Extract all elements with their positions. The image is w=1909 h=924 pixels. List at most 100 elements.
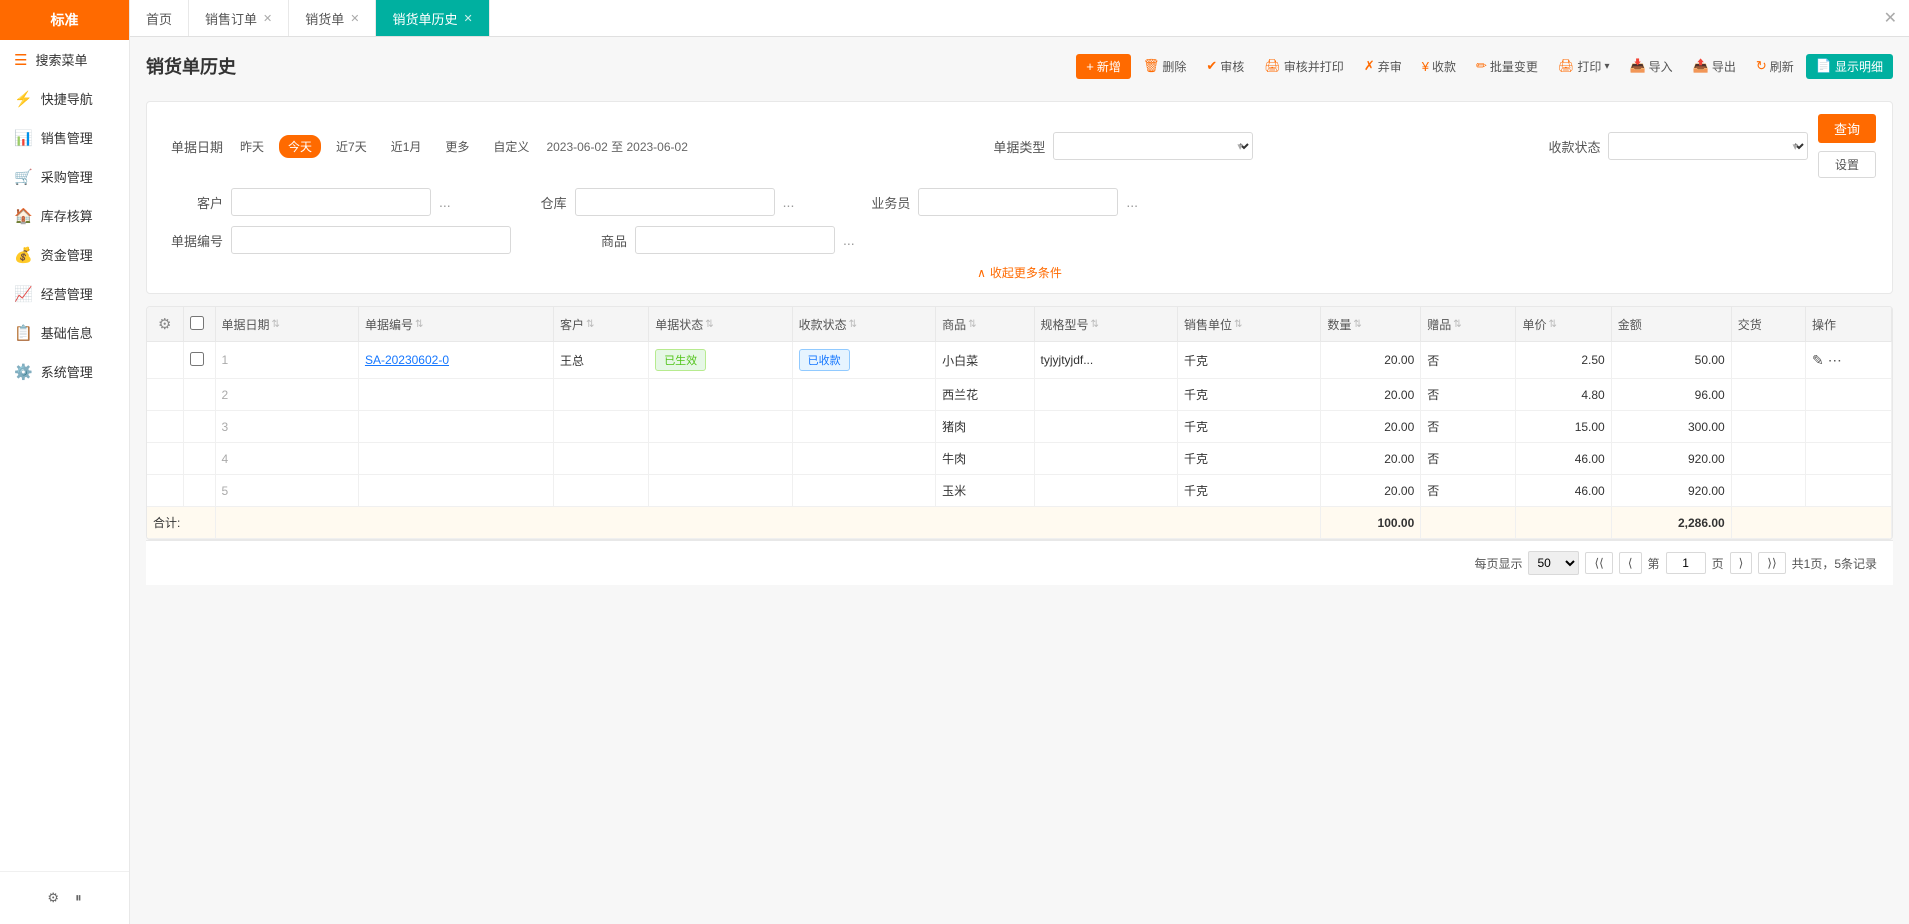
page-first-btn[interactable]: ⟨⟨: [1585, 552, 1612, 574]
sort-doc-date[interactable]: 单据日期 ⇅: [222, 316, 352, 333]
tab-home[interactable]: 首页: [130, 0, 189, 36]
sidebar-item-basic-info[interactable]: 📋 基础信息: [0, 313, 129, 352]
print-button[interactable]: 🖨 打印 ▾: [1550, 54, 1618, 79]
tab-sales-goods-close[interactable]: ✕: [350, 12, 359, 25]
refresh-button[interactable]: ↻ 刷新: [1748, 54, 1802, 79]
date-btn-more[interactable]: 更多: [436, 135, 478, 158]
sidebar-item-sales-mgmt[interactable]: 📊 销售管理: [0, 118, 129, 157]
collect-status-select[interactable]: [1608, 132, 1808, 160]
batch-change-label: 批量变更: [1490, 58, 1538, 75]
warehouse-dots[interactable]: ...: [783, 194, 795, 210]
delete-button[interactable]: 🗑 删除: [1135, 54, 1195, 79]
setting-button[interactable]: 设置: [1818, 151, 1876, 178]
sort-collect-status[interactable]: 收款状态 ⇅: [799, 316, 929, 333]
row-action: [1806, 443, 1892, 475]
more-action-btn[interactable]: ⋯: [1828, 352, 1842, 369]
th-customer-label: 客户: [560, 316, 584, 333]
date-label: 单据日期: [163, 137, 223, 156]
doc-no-input[interactable]: [231, 226, 511, 254]
summary-label: 合计:: [153, 516, 180, 530]
row-gift: 否: [1421, 443, 1516, 475]
sort-qty[interactable]: 数量 ⇅: [1327, 316, 1414, 333]
staff-input[interactable]: [918, 188, 1118, 216]
summary-gift: [1421, 507, 1516, 539]
edit-action-btn[interactable]: ✎: [1812, 352, 1824, 369]
page-input[interactable]: [1666, 552, 1706, 574]
print-dropdown-icon: ▾: [1604, 61, 1609, 72]
show-detail-button[interactable]: 📄 显示明细: [1806, 54, 1893, 79]
sidebar-settings-btn[interactable]: ⚙ ⏸: [0, 880, 129, 916]
doc-type-select[interactable]: [1053, 132, 1253, 160]
date-btn-yesterday[interactable]: 昨天: [231, 135, 273, 158]
export-button[interactable]: 📤 导出: [1685, 54, 1744, 79]
tab-sales-history-close[interactable]: ✕: [464, 12, 473, 25]
page-prev-btn[interactable]: ⟨: [1619, 552, 1642, 574]
sort-sales-unit-icon: ⇅: [1234, 319, 1242, 330]
row-goods: 玉米: [936, 475, 1034, 507]
tabbar-close-btn[interactable]: ✕: [1872, 8, 1909, 28]
sort-doc-status[interactable]: 单据状态 ⇅: [655, 316, 785, 333]
per-page-select[interactable]: 50 100: [1528, 551, 1579, 575]
goods-input[interactable]: [635, 226, 835, 254]
th-qty: 数量 ⇅: [1321, 307, 1421, 342]
date-btn-today[interactable]: 今天: [279, 135, 321, 158]
sidebar-item-operations[interactable]: 📈 经营管理: [0, 274, 129, 313]
audit-print-icon: 🖨: [1264, 58, 1281, 74]
gear-icon[interactable]: ⚙: [158, 315, 171, 333]
per-page-label: 每页显示: [1474, 555, 1522, 572]
sidebar-item-purchase-mgmt[interactable]: 🛒 采购管理: [0, 157, 129, 196]
collect-label: 收款: [1432, 58, 1456, 75]
date-btn-custom[interactable]: 自定义: [484, 135, 538, 158]
audit-button[interactable]: ✔ 审核: [1198, 54, 1252, 79]
collapse-btn[interactable]: ∧ 收起更多条件: [163, 264, 1876, 281]
query-button[interactable]: 查询: [1818, 114, 1876, 143]
sidebar-item-sys-mgmt[interactable]: ⚙️ 系统管理: [0, 352, 129, 391]
audit-print-button[interactable]: 🖨 审核并打印: [1256, 54, 1352, 79]
sidebar-item-search-menu[interactable]: ☰ 搜索菜单: [0, 40, 129, 79]
sort-gift[interactable]: 赠品 ⇅: [1427, 316, 1509, 333]
import-button[interactable]: 📥 导入: [1621, 54, 1680, 79]
abandon-icon: ✗: [1364, 58, 1375, 74]
sidebar-item-finance[interactable]: 💰 资金管理: [0, 235, 129, 274]
sort-unit-price[interactable]: 单价 ⇅: [1522, 316, 1604, 333]
customer-dots[interactable]: ...: [439, 194, 451, 210]
audit-label: 审核: [1220, 58, 1244, 75]
row-check[interactable]: [190, 352, 204, 366]
tab-sales-history[interactable]: 销货单历史 ✕: [376, 0, 489, 36]
goods-dots[interactable]: ...: [843, 232, 855, 248]
customer-label: 客户: [163, 193, 223, 212]
tab-sales-order[interactable]: 销售订单 ✕: [189, 0, 289, 36]
row-checkbox: [183, 379, 215, 411]
new-button[interactable]: + 新增: [1076, 54, 1131, 79]
row-qty: 20.00: [1321, 411, 1421, 443]
staff-dots[interactable]: ...: [1126, 194, 1138, 210]
sort-customer-icon: ⇅: [586, 319, 594, 330]
doc-no-link[interactable]: SA-20230602-0: [365, 353, 449, 367]
page-last-btn[interactable]: ⟩⟩: [1758, 552, 1785, 574]
row-num: 2: [215, 379, 358, 411]
warehouse-input[interactable]: [575, 188, 775, 216]
abandon-button[interactable]: ✗ 弃审: [1356, 54, 1410, 79]
select-all-checkbox[interactable]: [190, 316, 204, 330]
date-btn-7days[interactable]: 近7天: [327, 135, 376, 158]
sort-sales-unit[interactable]: 销售单位 ⇅: [1184, 316, 1314, 333]
sort-customer[interactable]: 客户 ⇅: [560, 316, 642, 333]
tab-sales-order-close[interactable]: ✕: [263, 12, 272, 25]
page-next-btn[interactable]: ⟩: [1730, 552, 1753, 574]
refresh-icon: ↻: [1756, 58, 1767, 74]
th-doc-no-label: 单据编号: [365, 316, 413, 333]
customer-input[interactable]: [231, 188, 431, 216]
sort-goods[interactable]: 商品 ⇅: [942, 316, 1027, 333]
sort-spec[interactable]: 规格型号 ⇅: [1041, 316, 1171, 333]
th-doc-status: 单据状态 ⇅: [649, 307, 792, 342]
batch-change-button[interactable]: ✏ 批量变更: [1468, 54, 1546, 79]
th-collect-status-label: 收款状态: [799, 316, 847, 333]
sort-doc-no[interactable]: 单据编号 ⇅: [365, 316, 547, 333]
collect-button[interactable]: ¥ 收款: [1414, 54, 1464, 79]
tab-sales-goods[interactable]: 销货单 ✕: [289, 0, 376, 36]
sidebar-item-quick-nav[interactable]: ⚡ 快捷导航: [0, 79, 129, 118]
date-btn-1month[interactable]: 近1月: [382, 135, 431, 158]
main-area: 首页 销售订单 ✕ 销货单 ✕ 销货单历史 ✕ ✕ 销货单历史 + 新增: [130, 0, 1909, 924]
sidebar-item-inventory[interactable]: 🏠 库存核算: [0, 196, 129, 235]
row-unit-price: 15.00: [1516, 411, 1611, 443]
